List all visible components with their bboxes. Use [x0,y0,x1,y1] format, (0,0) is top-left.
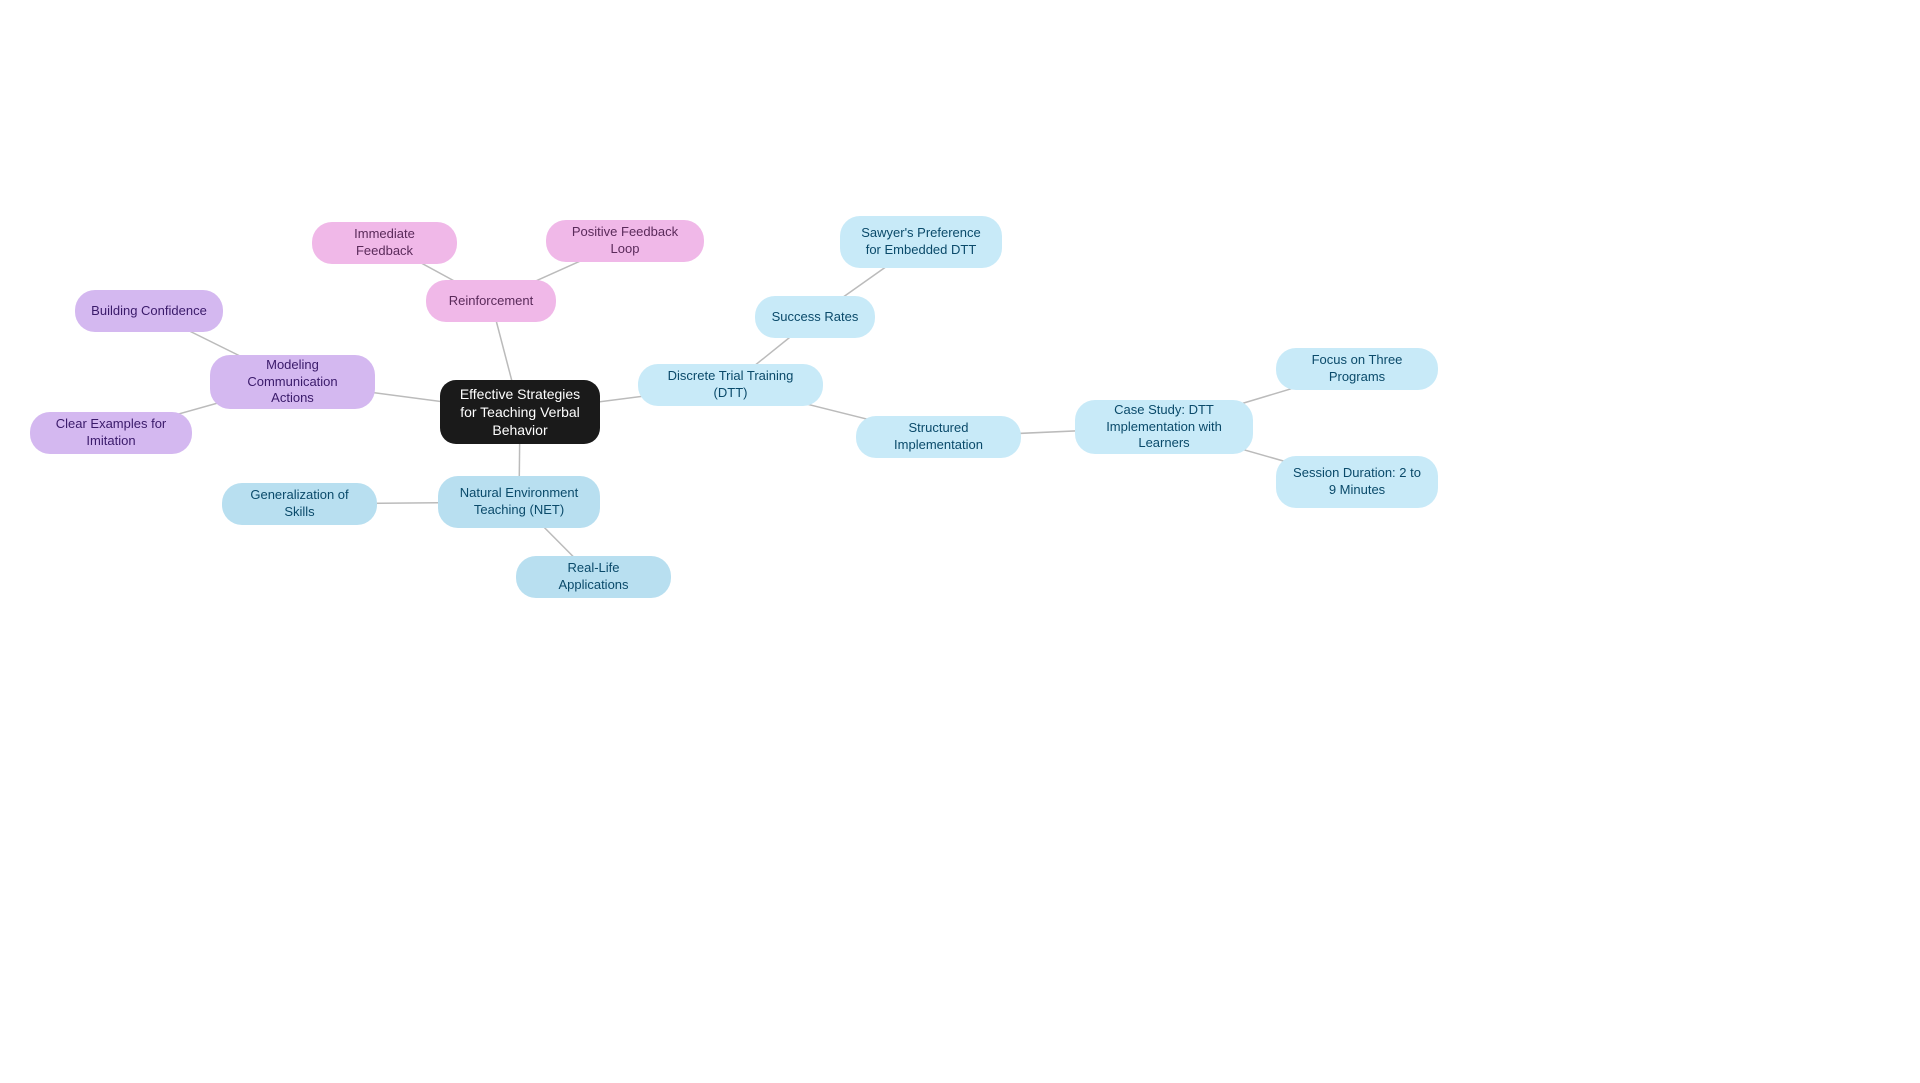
session-duration-label: Session Duration: 2 to 9 Minutes [1292,465,1422,499]
structured-impl-node[interactable]: Structured Implementation [856,416,1021,458]
center-node[interactable]: Effective Strategies for Teaching Verbal… [440,380,600,444]
success-rates-label: Success Rates [772,309,859,326]
modeling-communication-node[interactable]: Modeling Communication Actions [210,355,375,409]
center-label: Effective Strategies for Teaching Verbal… [456,385,584,440]
structured-impl-label: Structured Implementation [872,420,1005,454]
immediate-feedback-node[interactable]: Immediate Feedback [312,222,457,264]
immediate-feedback-label: Immediate Feedback [328,226,441,260]
net-node[interactable]: Natural Environment Teaching (NET) [438,476,600,528]
mindmap-canvas: Effective Strategies for Teaching Verbal… [0,0,1920,1083]
dtt-node[interactable]: Discrete Trial Training (DTT) [638,364,823,406]
case-study-label: Case Study: DTT Implementation with Lear… [1091,402,1237,453]
real-life-label: Real-Life Applications [532,560,655,594]
reinforcement-node[interactable]: Reinforcement [426,280,556,322]
case-study-node[interactable]: Case Study: DTT Implementation with Lear… [1075,400,1253,454]
positive-feedback-node[interactable]: Positive Feedback Loop [546,220,704,262]
focus-three-programs-node[interactable]: Focus on Three Programs [1276,348,1438,390]
session-duration-node[interactable]: Session Duration: 2 to 9 Minutes [1276,456,1438,508]
clear-examples-node[interactable]: Clear Examples for Imitation [30,412,192,454]
generalization-label: Generalization of Skills [238,487,361,521]
connections-layer [0,0,1920,1083]
positive-feedback-label: Positive Feedback Loop [562,224,688,258]
net-label: Natural Environment Teaching (NET) [454,485,584,519]
clear-examples-label: Clear Examples for Imitation [46,416,176,450]
sawyer-preference-node[interactable]: Sawyer's Preference for Embedded DTT [840,216,1002,268]
real-life-node[interactable]: Real-Life Applications [516,556,671,598]
success-rates-node[interactable]: Success Rates [755,296,875,338]
dtt-label: Discrete Trial Training (DTT) [654,368,807,402]
reinforcement-label: Reinforcement [449,293,534,310]
building-confidence-node[interactable]: Building Confidence [75,290,223,332]
generalization-node[interactable]: Generalization of Skills [222,483,377,525]
sawyer-preference-label: Sawyer's Preference for Embedded DTT [856,225,986,259]
focus-three-programs-label: Focus on Three Programs [1292,352,1422,386]
building-confidence-label: Building Confidence [91,303,207,320]
modeling-communication-label: Modeling Communication Actions [226,357,359,408]
